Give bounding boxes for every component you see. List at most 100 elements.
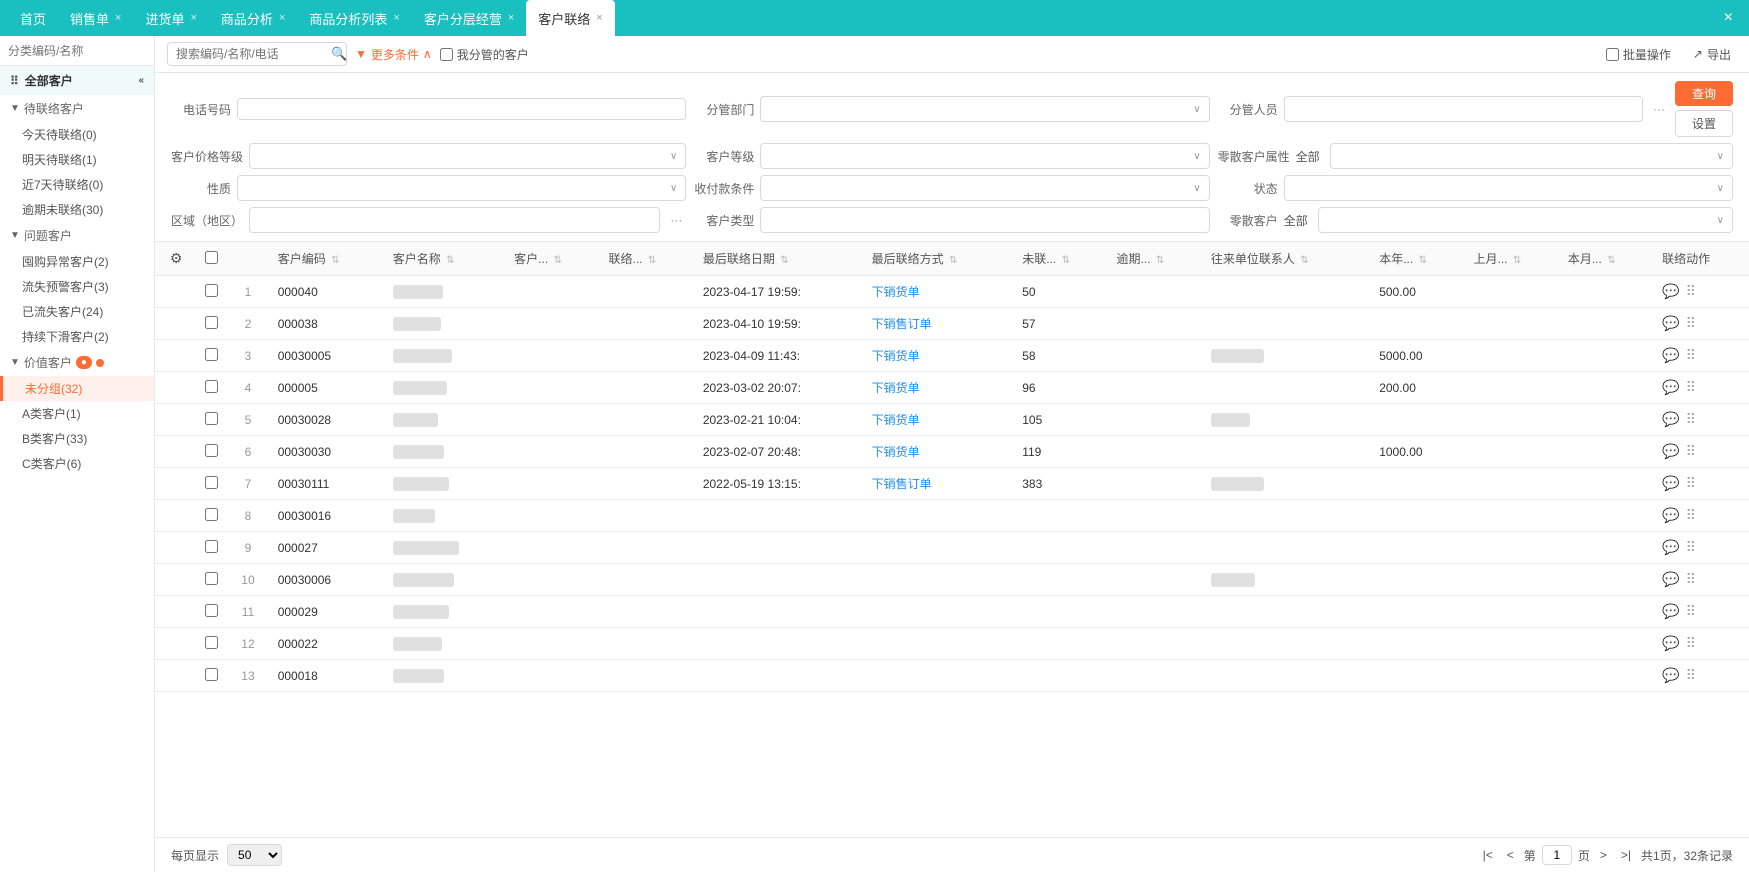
last-page-btn[interactable]: >| (1617, 847, 1635, 863)
close-customer-stratification[interactable]: × (508, 12, 514, 24)
contact-icon[interactable]: 💬 (1662, 379, 1679, 396)
contact-icon[interactable]: 💬 (1662, 347, 1679, 364)
th-last-month[interactable]: 上月... ⇅ (1466, 242, 1560, 276)
last-method-link[interactable]: 下销售订单 (872, 477, 932, 491)
sidebar-item-7days[interactable]: 近7天待联络(0) (0, 172, 154, 197)
contact-icon[interactable]: 💬 (1662, 315, 1679, 332)
sidebar-item-churn-warning[interactable]: 流失预警客户(3) (0, 274, 154, 299)
zero-customer-select[interactable]: ∨ (1318, 207, 1733, 233)
sidebar-item-abnormal[interactable]: 囤购异常客户(2) (0, 249, 154, 274)
th-customer-type[interactable]: 客户... ⇅ (506, 242, 600, 276)
region-select[interactable] (249, 207, 660, 233)
row-checkbox-5[interactable] (205, 444, 218, 457)
sidebar-group-pending[interactable]: ▼ 待联络客户 (0, 95, 154, 122)
status-select[interactable]: ∨ (1284, 175, 1733, 201)
batch-ops-btn[interactable]: 批量操作 (1600, 43, 1677, 66)
manager-select[interactable] (1284, 96, 1643, 122)
th-contact[interactable]: 联络... ⇅ (601, 242, 695, 276)
th-no-contact[interactable]: 未联... ⇅ (1014, 242, 1108, 276)
row-checkbox-4[interactable] (205, 412, 218, 425)
contact-icon[interactable]: 💬 (1662, 571, 1679, 588)
th-this-month[interactable]: 本月... ⇅ (1560, 242, 1654, 276)
batch-checkbox[interactable] (1606, 48, 1619, 61)
row-checkbox-2[interactable] (205, 348, 218, 361)
sidebar-group-value[interactable]: ▼ 价值客户 ● (0, 349, 154, 376)
first-page-btn[interactable]: |< (1479, 847, 1497, 863)
close-sales-order[interactable]: × (115, 12, 121, 24)
gender-select[interactable]: ∨ (237, 175, 686, 201)
row-checkbox-1[interactable] (205, 316, 218, 329)
query-button[interactable]: 查询 (1675, 81, 1733, 106)
contact-icon[interactable]: 💬 (1662, 603, 1679, 620)
customer-level-select[interactable]: ∨ (760, 143, 1209, 169)
prev-page-btn[interactable]: < (1503, 847, 1518, 863)
search-icon[interactable]: 🔍 (331, 46, 347, 62)
more-action-icon[interactable]: ⠿ (1686, 635, 1696, 652)
row-checkbox-8[interactable] (205, 540, 218, 553)
tab-customer-stratification[interactable]: 客户分层经营 × (412, 0, 526, 36)
more-action-icon[interactable]: ⠿ (1686, 411, 1696, 428)
row-checkbox-10[interactable] (205, 604, 218, 617)
more-action-icon[interactable]: ⠿ (1686, 475, 1696, 492)
search-input[interactable] (176, 47, 331, 61)
last-method-link[interactable]: 下销货单 (872, 381, 920, 395)
sidebar-item-today[interactable]: 今天待联络(0) (0, 122, 154, 147)
sidebar-item-overdue[interactable]: 逾期未联络(30) (0, 197, 154, 222)
more-action-icon[interactable]: ⠿ (1686, 667, 1696, 684)
row-checkbox-11[interactable] (205, 636, 218, 649)
more-action-icon[interactable]: ⠿ (1686, 283, 1696, 300)
more-action-icon[interactable]: ⠿ (1686, 443, 1696, 460)
sidebar-all-customers[interactable]: ⠿ 全部客户 « (0, 66, 154, 95)
my-customers-checkbox-label[interactable]: 我分管的客户 (440, 46, 529, 63)
sidebar-item-class-b[interactable]: B类客户(33) (0, 426, 154, 451)
home-tab[interactable]: 首页 (8, 9, 58, 28)
payment-select[interactable]: ∨ (760, 175, 1209, 201)
th-customer-code[interactable]: 客户编码 ⇅ (270, 242, 385, 276)
phone-input[interactable] (237, 98, 686, 120)
last-method-link[interactable]: 下销货单 (872, 413, 920, 427)
last-method-link[interactable]: 下销货单 (872, 285, 920, 299)
dept-select[interactable]: ∨ (760, 96, 1209, 122)
contact-icon[interactable]: 💬 (1662, 283, 1679, 300)
per-page-select[interactable]: 50 100 200 (227, 844, 282, 866)
th-last-contact-date[interactable]: 最后联络日期 ⇅ (695, 242, 864, 276)
tab-purchase-order[interactable]: 进货单 × (133, 0, 208, 36)
row-checkbox-6[interactable] (205, 476, 218, 489)
more-conditions-btn[interactable]: ▼ 更多条件 ∧ (355, 46, 432, 63)
export-btn[interactable]: ↗ 导出 (1687, 43, 1737, 66)
contact-icon[interactable]: 💬 (1662, 475, 1679, 492)
region-dots[interactable]: ··· (670, 213, 682, 227)
sidebar-item-churned[interactable]: 已流失客户(24) (0, 299, 154, 324)
row-checkbox-7[interactable] (205, 508, 218, 521)
more-action-icon[interactable]: ⠿ (1686, 347, 1696, 364)
gear-icon[interactable]: ⚙ (170, 250, 183, 266)
zero-attr-select[interactable]: ∨ (1330, 143, 1733, 169)
sidebar-item-tomorrow[interactable]: 明天待联络(1) (0, 147, 154, 172)
my-customers-checkbox[interactable] (440, 48, 453, 61)
sidebar-item-declining[interactable]: 持续下滑客户(2) (0, 324, 154, 349)
tab-sales-order[interactable]: 销售单 × (58, 0, 133, 36)
th-contact-person[interactable]: 往来单位联系人 ⇅ (1203, 242, 1371, 276)
contact-icon[interactable]: 💬 (1662, 507, 1679, 524)
contact-icon[interactable]: 💬 (1662, 667, 1679, 684)
sidebar-item-ungrouped[interactable]: 未分组(32) (0, 376, 154, 401)
sidebar-item-class-a[interactable]: A类客户(1) (0, 401, 154, 426)
price-level-select[interactable]: ∨ (249, 143, 686, 169)
more-action-icon[interactable]: ⠿ (1686, 379, 1696, 396)
tab-customer-contact[interactable]: 客户联络 × (526, 0, 614, 36)
close-product-analysis-list[interactable]: × (393, 12, 399, 24)
sidebar-group-problem[interactable]: ▼ 问题客户 (0, 222, 154, 249)
last-method-link[interactable]: 下销货单 (872, 445, 920, 459)
more-action-icon[interactable]: ⠿ (1686, 571, 1696, 588)
th-last-contact-method[interactable]: 最后联络方式 ⇅ (864, 242, 1015, 276)
more-action-icon[interactable]: ⠿ (1686, 539, 1696, 556)
th-overdue[interactable]: 逾期... ⇅ (1109, 242, 1203, 276)
reset-button[interactable]: 设置 (1675, 110, 1733, 137)
th-this-year[interactable]: 本年... ⇅ (1371, 242, 1465, 276)
more-action-icon[interactable]: ⠿ (1686, 315, 1696, 332)
next-page-btn[interactable]: > (1596, 847, 1611, 863)
tab-product-analysis-list[interactable]: 商品分析列表 × (297, 0, 411, 36)
contact-icon[interactable]: 💬 (1662, 539, 1679, 556)
page-number-input[interactable] (1542, 845, 1572, 865)
contact-icon[interactable]: 💬 (1662, 411, 1679, 428)
